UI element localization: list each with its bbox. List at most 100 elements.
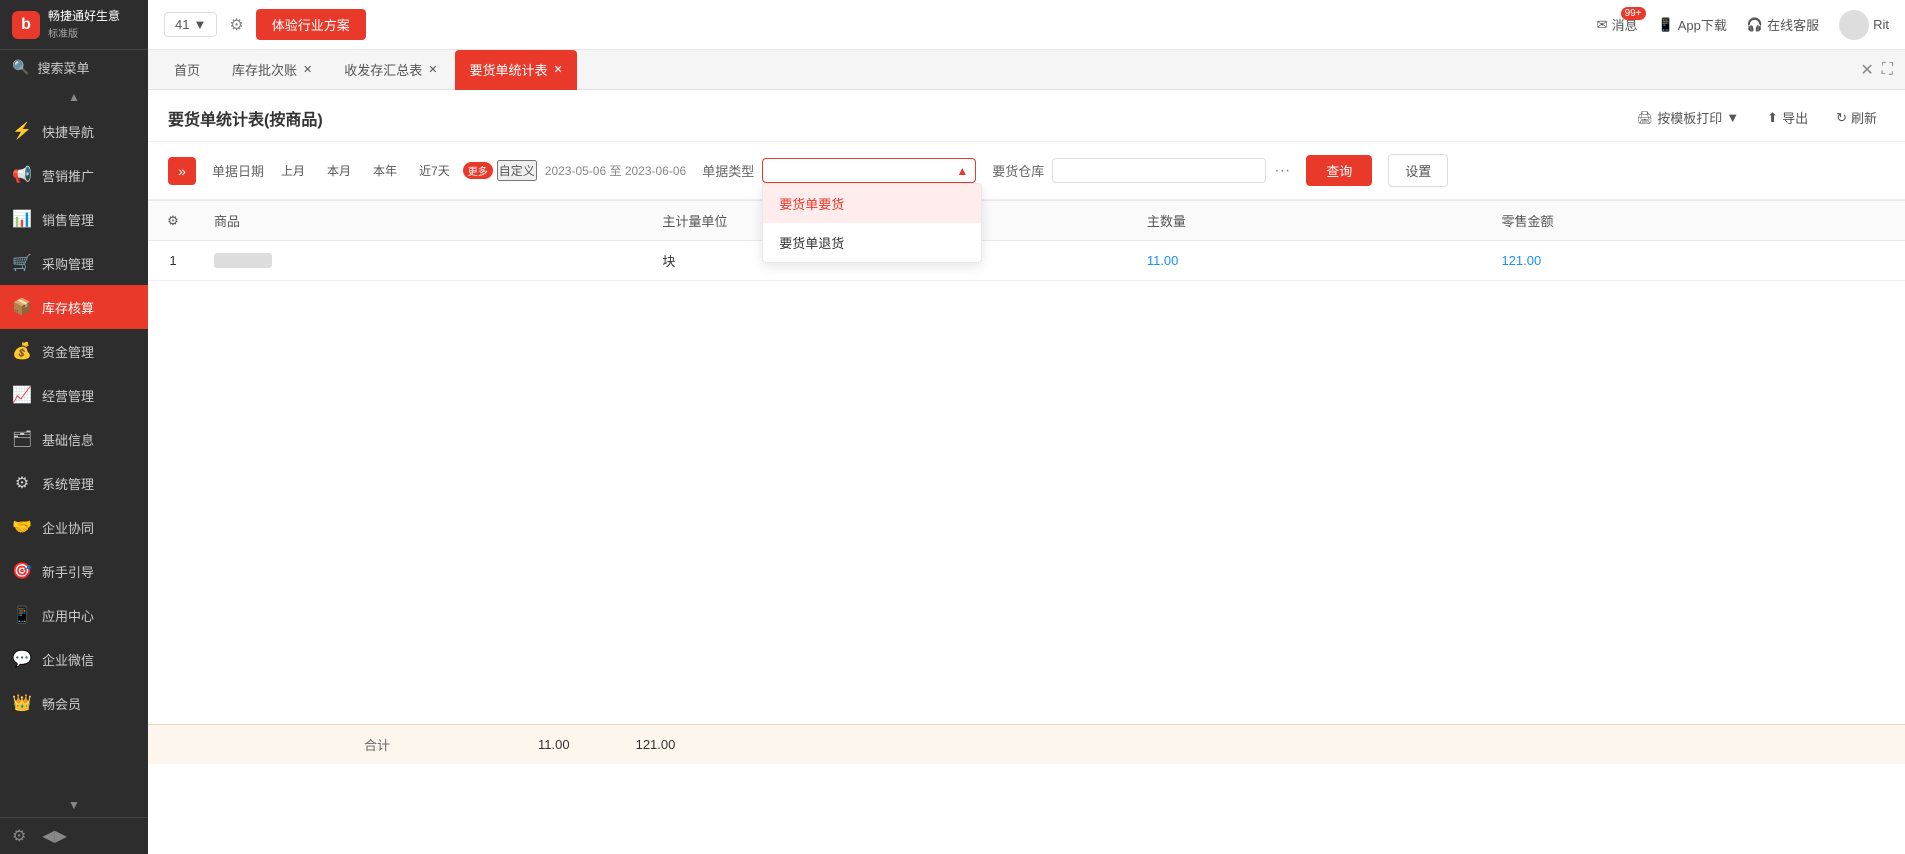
sidebar-item-guide[interactable]: 🎯 新手引导	[0, 549, 148, 593]
sidebar-scroll-down[interactable]: ▼	[0, 793, 148, 817]
enterprise-icon: 🤝	[12, 517, 32, 537]
date-custom-btn[interactable]: 自定义	[497, 160, 537, 181]
main-content: 要货单统计表(按商品) 🖨 按模板打印 ▼ ⬆ 导出 ↻ 刷新 » 单据日期	[148, 90, 1905, 854]
sidebar-item-basic[interactable]: 🗂 基础信息	[0, 417, 148, 461]
type-dropdown-menu: 要货单要货 要货单退货	[762, 183, 982, 263]
date-options: 上月 本月 本年 近7天 更多 自定义	[272, 157, 537, 184]
avatar	[1839, 10, 1869, 40]
filter-bar: » 单据日期 上月 本月 本年 近7天 更多 自定义 2023-05-06 至 …	[148, 142, 1905, 200]
type-select-wrap: ▲ 要货单要货 要货单退货	[762, 158, 976, 183]
expand-icon: »	[178, 163, 186, 179]
quantity-link[interactable]: 11.00	[1147, 253, 1179, 268]
purchase-icon: 🛒	[12, 253, 32, 273]
basic-icon: 🗂	[12, 429, 32, 449]
sidebar-search[interactable]: 🔍 搜索菜单	[0, 50, 148, 85]
page-actions: 🖨 按模板打印 ▼ ⬆ 导出 ↻ 刷新	[1629, 104, 1885, 131]
page-title: 要货单统计表(按商品)	[168, 106, 323, 130]
footer-amount: 121.00	[636, 737, 676, 752]
th-settings[interactable]: ⚙	[148, 201, 198, 241]
sidebar-bottom: ⚙ ◀▶	[0, 817, 148, 854]
tab-close-receivable[interactable]: ✕	[428, 63, 437, 76]
quick-nav-icon: ⚡	[12, 121, 32, 141]
sidebar-item-wechat[interactable]: 💬 企业微信	[0, 637, 148, 681]
print-button[interactable]: 🖨 按模板打印 ▼	[1629, 104, 1747, 131]
column-settings-icon[interactable]: ⚙	[167, 213, 179, 228]
user-avatar[interactable]: Rit	[1839, 10, 1889, 40]
vip-icon: 👑	[12, 693, 32, 713]
apps-icon: 📱	[12, 605, 32, 625]
sidebar-item-vip[interactable]: 👑 畅会员	[0, 681, 148, 725]
dropdown-item-return[interactable]: 要货单退货	[763, 223, 981, 262]
sidebar: b 畅捷通好生意 标准版 🔍 搜索菜单 ▲ ⚡ 快捷导航 📢 营销推广 📊 销售…	[0, 0, 148, 854]
sidebar-scroll-up[interactable]: ▲	[0, 85, 148, 109]
print-dropdown-icon: ▼	[1726, 110, 1739, 125]
refresh-button[interactable]: ↻ 刷新	[1828, 104, 1885, 131]
tab-order-summary[interactable]: 要货单统计表 ✕	[455, 50, 576, 90]
sidebar-item-finance[interactable]: 💰 资金管理	[0, 329, 148, 373]
th-amount: 零售金额	[1485, 201, 1905, 241]
sidebar-item-quick-nav[interactable]: ⚡ 快捷导航	[0, 109, 148, 153]
date-prev-month[interactable]: 上月	[272, 157, 314, 184]
export-icon: ⬆	[1767, 110, 1778, 126]
sidebar-item-sales[interactable]: 📊 销售管理	[0, 197, 148, 241]
td-product	[198, 241, 646, 281]
date-curr-year[interactable]: 本年	[364, 157, 406, 184]
filter-expand-button[interactable]: »	[168, 157, 196, 185]
tab-close-batch[interactable]: ✕	[303, 63, 312, 76]
data-table: ⚙ 商品 主计量单位 主数量 零售金额 1 块	[148, 200, 1905, 281]
sidebar-nav: ⚡ 快捷导航 📢 营销推广 📊 销售管理 🛒 采购管理 📦 库存核算 💰 资金管…	[0, 109, 148, 793]
settings-button[interactable]: 设置	[1388, 154, 1448, 187]
tab-batch-account[interactable]: 库存批次账 ✕	[218, 50, 326, 90]
trial-button[interactable]: 体验行业方案	[256, 9, 366, 40]
search-icon: 🔍	[12, 59, 29, 76]
sidebar-item-enterprise[interactable]: 🤝 企业协同	[0, 505, 148, 549]
tabs-expand-icon[interactable]: ✕	[1860, 60, 1873, 80]
tabs-bar: 首页 库存批次账 ✕ 收发存汇总表 ✕ 要货单统计表 ✕ ✕ ⛶	[148, 50, 1905, 90]
online-service-button[interactable]: 🎧 在线客服	[1747, 15, 1819, 34]
sidebar-item-inventory[interactable]: 📦 库存核算	[0, 285, 148, 329]
date-curr-month[interactable]: 本月	[318, 157, 360, 184]
table-row: 1 块 11.00 121.00	[148, 241, 1905, 281]
logo-text: 畅捷通好生意 标准版	[48, 9, 120, 40]
header: 41 ▼ ⚙ 体验行业方案 ✉ 消息 99+ 📱 App下载 🎧 在线客服 Ri…	[148, 0, 1905, 50]
collapse-icon[interactable]: ◀▶	[42, 826, 67, 846]
app-logo: b 畅捷通好生意 标准版	[0, 0, 148, 50]
messages-button[interactable]: ✉ 消息 99+	[1597, 15, 1638, 34]
search-button[interactable]: 查询	[1306, 155, 1372, 186]
warehouse-input[interactable]	[1052, 158, 1266, 183]
td-quantity: 11.00	[1131, 241, 1486, 281]
refresh-icon: ↻	[1836, 110, 1847, 126]
type-select-input[interactable]	[762, 158, 976, 183]
filter-more-icon[interactable]: ···	[1274, 162, 1290, 180]
sidebar-item-system[interactable]: ⚙ 系统管理	[0, 461, 148, 505]
td-no: 1	[148, 241, 198, 281]
app-download-button[interactable]: 📱 App下载	[1658, 15, 1727, 34]
sidebar-item-apps[interactable]: 📱 应用中心	[0, 593, 148, 637]
header-settings-icon[interactable]: ⚙	[229, 15, 243, 35]
tabs-fullscreen-icon[interactable]: ⛶	[1882, 61, 1893, 79]
dropdown-item-order[interactable]: 要货单要货	[763, 184, 981, 223]
store-selector[interactable]: 41 ▼	[164, 12, 217, 37]
sales-icon: 📊	[12, 209, 32, 229]
table-footer: 合计 11.00 121.00	[148, 724, 1905, 764]
tab-receivable-summary[interactable]: 收发存汇总表 ✕	[330, 50, 451, 90]
amount-link[interactable]: 121.00	[1501, 253, 1541, 268]
sidebar-item-purchase[interactable]: 🛒 采购管理	[0, 241, 148, 285]
guide-icon: 🎯	[12, 561, 32, 581]
settings-bottom-icon[interactable]: ⚙	[12, 826, 26, 846]
sidebar-item-operation[interactable]: 📈 经营管理	[0, 373, 148, 417]
tab-home[interactable]: 首页	[160, 54, 214, 85]
date-more-badge[interactable]: 更多	[463, 162, 493, 179]
filter-date-group: 单据日期 上月 本月 本年 近7天 更多 自定义 2023-05-06 至 20…	[212, 157, 686, 184]
export-button[interactable]: ⬆ 导出	[1759, 104, 1816, 131]
sidebar-item-marketing[interactable]: 📢 营销推广	[0, 153, 148, 197]
warehouse-label: 要货仓库	[992, 161, 1044, 180]
filter-type-group: 单据类型 ▲ 要货单要货 要货单退货	[702, 158, 976, 183]
product-name-blurred	[214, 253, 272, 268]
tab-close-order[interactable]: ✕	[554, 63, 563, 76]
date-7days[interactable]: 近7天	[410, 157, 459, 184]
tabs-right: ✕ ⛶	[1860, 60, 1893, 80]
filter-warehouse-group: 要货仓库 ···	[992, 158, 1290, 183]
finance-icon: 💰	[12, 341, 32, 361]
operation-icon: 📈	[12, 385, 32, 405]
